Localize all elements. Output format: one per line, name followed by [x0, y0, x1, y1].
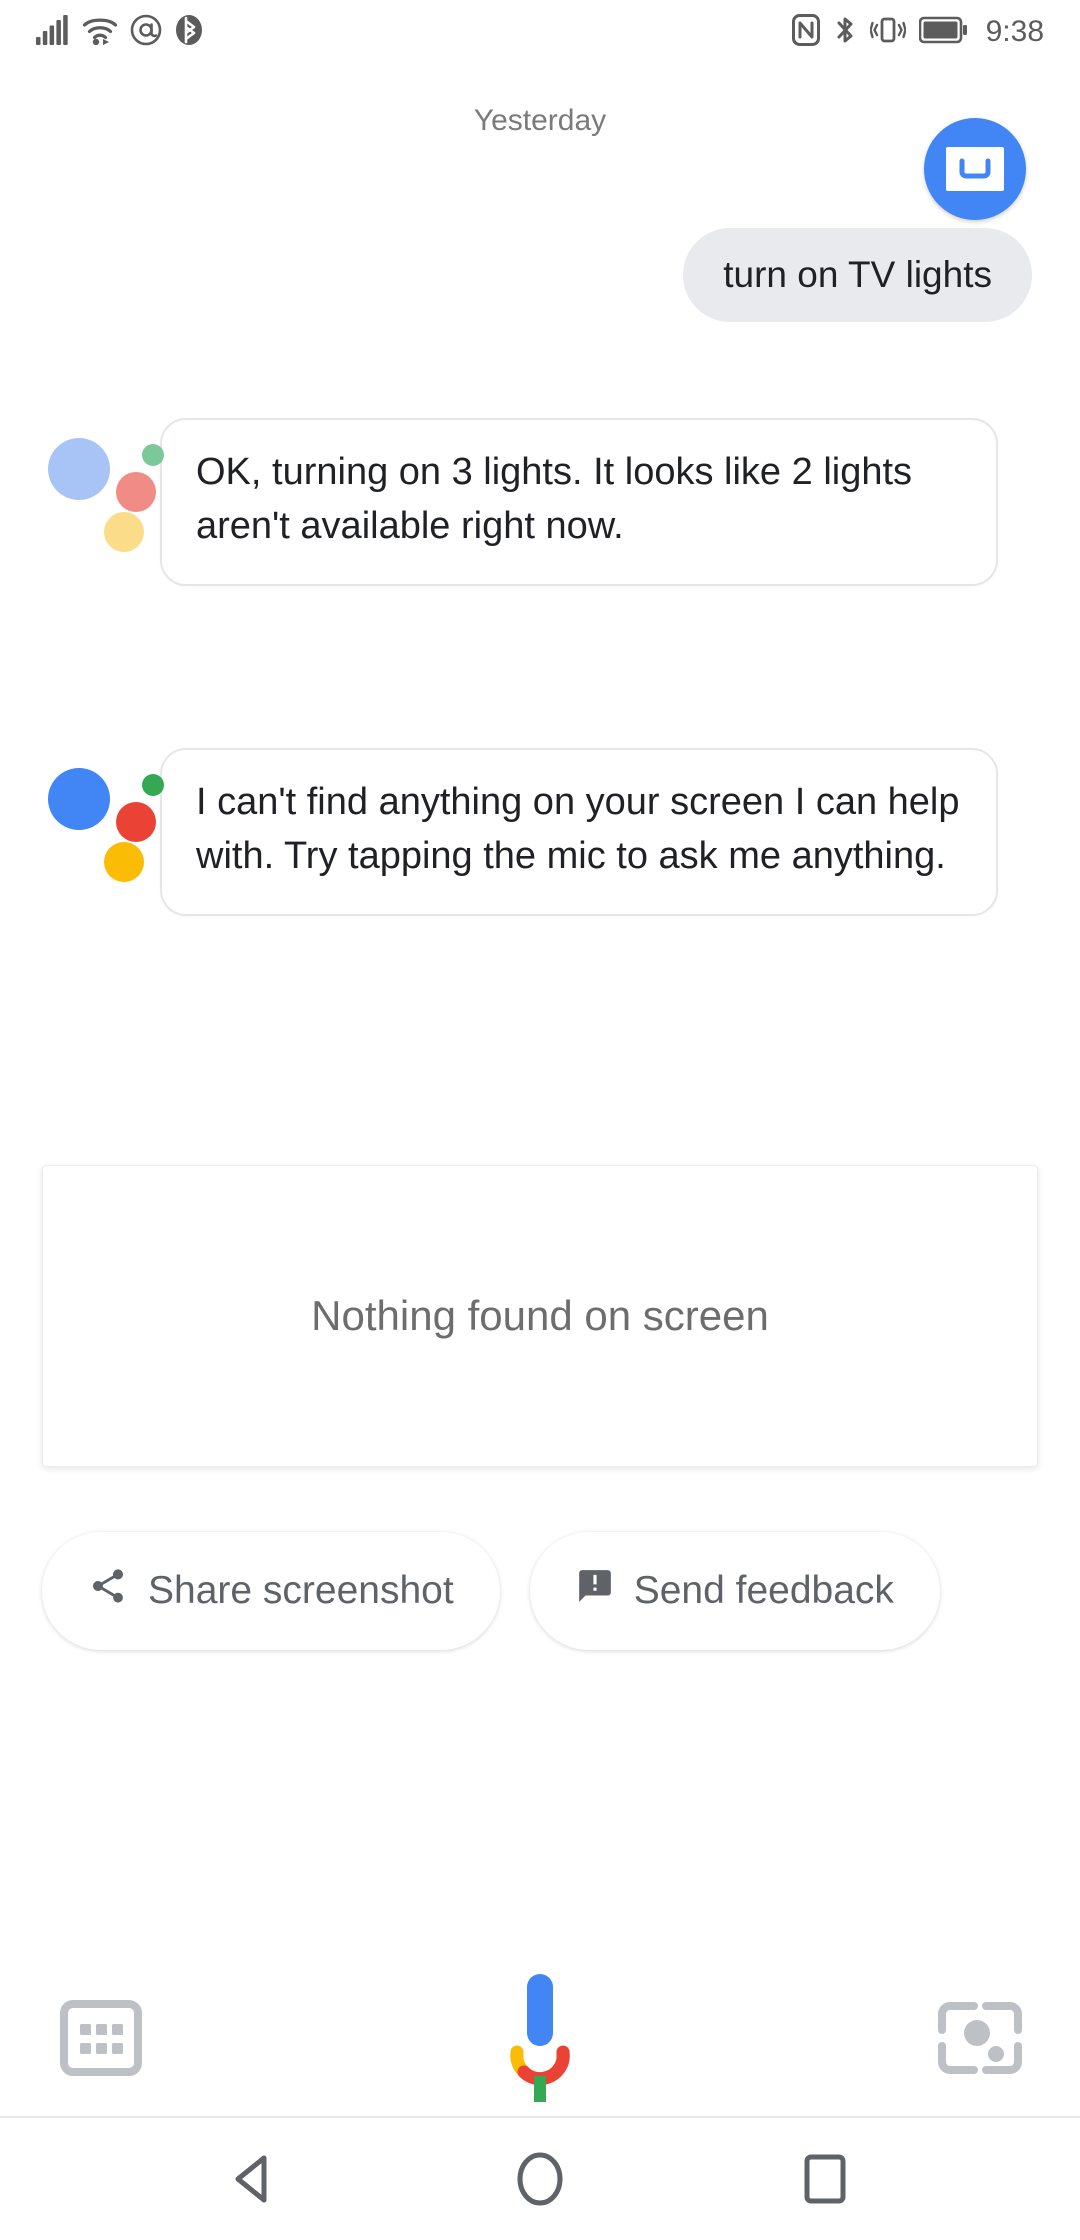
keyboard-icon[interactable] — [48, 1990, 153, 2085]
screen-result-message: Nothing found on screen — [311, 1292, 769, 1339]
google-mic-icon[interactable] — [487, 1968, 593, 2108]
nfc-icon — [791, 13, 820, 51]
keyboard-avatar-icon[interactable] — [924, 118, 1026, 220]
share-screenshot-chip[interactable]: Share screenshot — [42, 1532, 500, 1650]
bluetooth-icon — [833, 14, 857, 51]
assistant-message-bubble: I can't find anything on your screen I c… — [160, 748, 998, 916]
battery-icon — [918, 16, 967, 49]
at-sign-icon — [130, 14, 162, 51]
user-message-bubble: turn on TV lights — [683, 228, 1032, 323]
assistant-dots-faded-icon — [48, 430, 164, 552]
assistant-message-row: OK, turning on 3 lights. It looks like 2… — [48, 418, 998, 586]
status-bar: 9:38 — [0, 0, 1080, 64]
recents-square-icon[interactable] — [775, 2129, 875, 2229]
screen-result-card: Nothing found on screen — [42, 1165, 1038, 1467]
status-bar-left-icons — [36, 14, 204, 51]
home-circle-icon[interactable] — [490, 2129, 590, 2229]
send-feedback-chip[interactable]: Send feedback — [529, 1532, 940, 1650]
send-feedback-label: Send feedback — [633, 1569, 894, 1612]
google-lens-icon[interactable] — [928, 1990, 1032, 2085]
bottom-action-bar — [0, 1950, 1080, 2125]
assistant-message-row: I can't find anything on your screen I c… — [48, 748, 998, 916]
assistant-conversation-screen: 9:38 Yesterday turn on TV lights OK, tur… — [0, 0, 1080, 2240]
assistant-message-bubble: OK, turning on 3 lights. It looks like 2… — [160, 418, 998, 586]
wifi-icon — [82, 15, 118, 50]
action-chips: Share screenshot Send feedback — [42, 1532, 1080, 1650]
assistant-dots-icon — [48, 760, 164, 882]
share-screenshot-label: Share screenshot — [148, 1569, 454, 1612]
share-icon — [88, 1566, 128, 1616]
status-bar-right-icons: 9:38 — [791, 13, 1044, 51]
signal-icon — [36, 14, 70, 50]
vibrate-icon — [868, 14, 907, 51]
feedback-icon — [576, 1567, 614, 1615]
android-nav-bar — [0, 2118, 1080, 2240]
status-time: 9:38 — [985, 15, 1044, 48]
back-triangle-icon[interactable] — [205, 2129, 305, 2229]
bluetooth-badge-icon — [174, 14, 204, 51]
day-header: Yesterday — [473, 104, 607, 137]
